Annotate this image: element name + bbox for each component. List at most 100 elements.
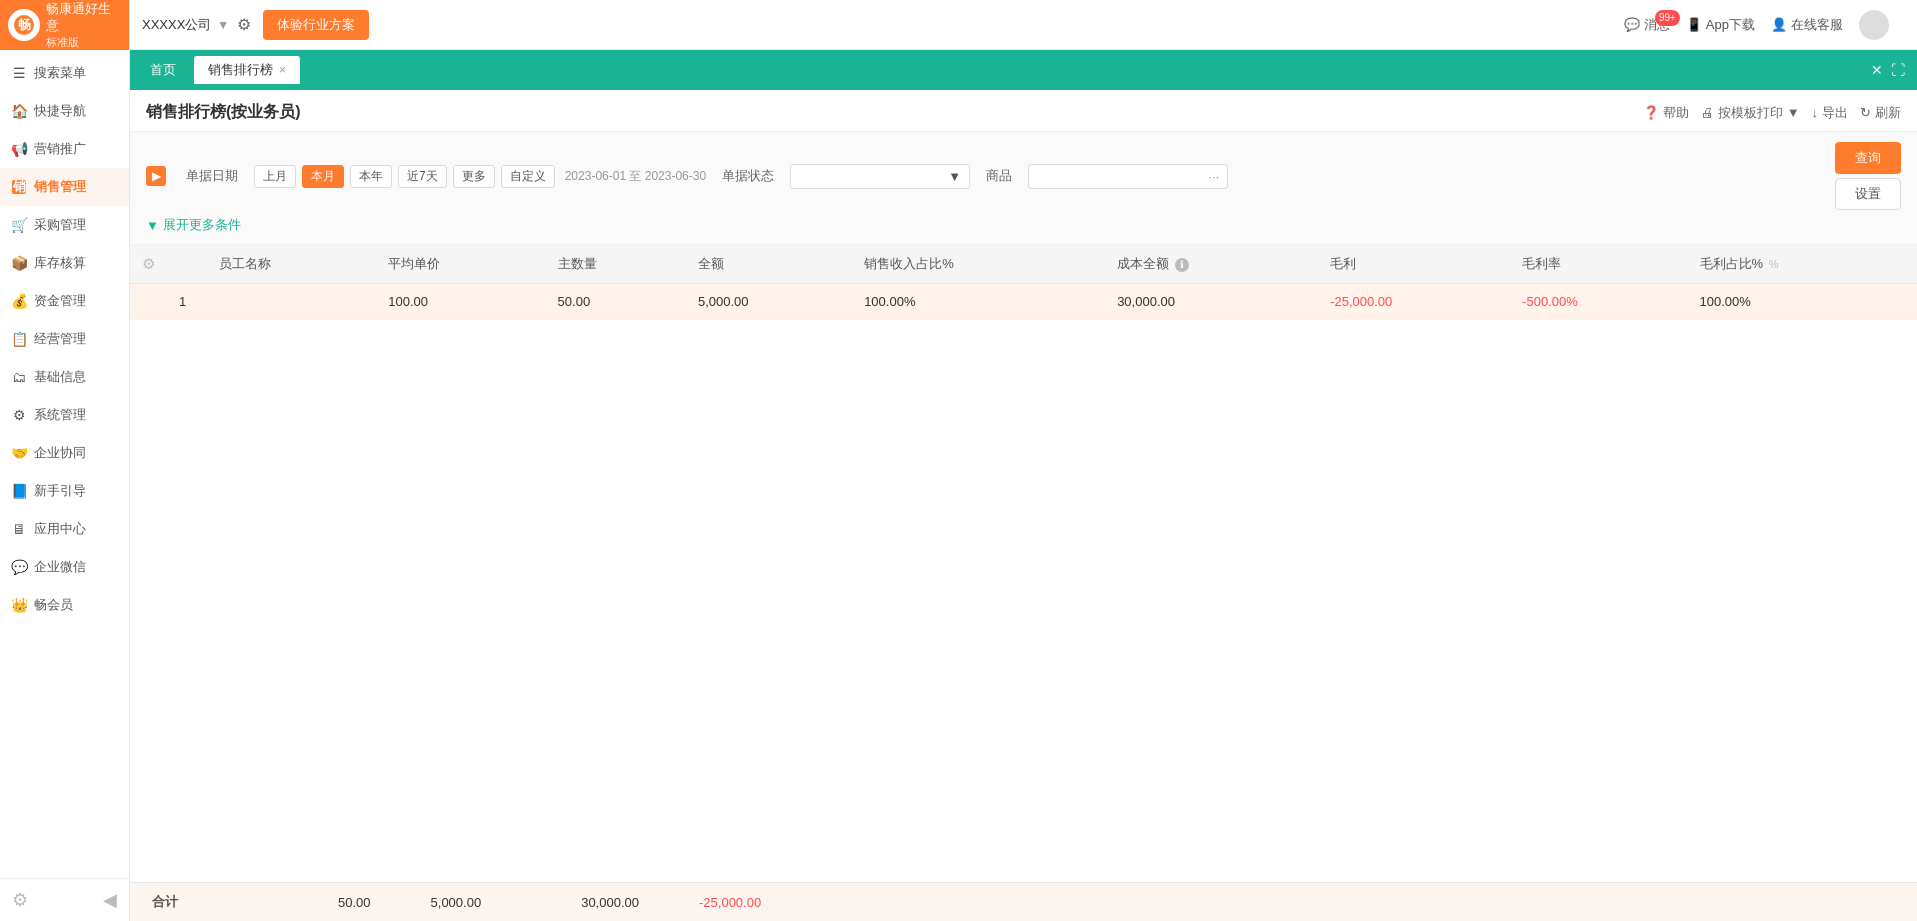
sidebar-item-search[interactable]: ☰ 搜索菜单 [0, 54, 129, 92]
collapse-icon[interactable]: ◀ [103, 889, 117, 911]
sidebar-item-basic-info[interactable]: 🗂 基础信息 [0, 358, 129, 396]
avatar[interactable] [1859, 10, 1889, 40]
refresh-btn[interactable]: ↻ 刷新 [1860, 104, 1901, 122]
sidebar-item-system[interactable]: ⚙ 系统管理 [0, 396, 129, 434]
marketing-icon: 📢 [10, 140, 28, 158]
sidebar-item-collab[interactable]: 🤝 企业协同 [0, 434, 129, 472]
sidebar-item-finance[interactable]: 💰 资金管理 [0, 282, 129, 320]
date-btn-this-year[interactable]: 本年 [350, 165, 392, 188]
cell-amount: 5,000.00 [686, 284, 852, 320]
goods-input[interactable]: ··· [1028, 164, 1228, 189]
sidebar-item-guide[interactable]: 📘 新手引导 [0, 472, 129, 510]
page-content: 销售排行榜(按业务员) ❓ 帮助 🖨 按模板打印 ▼ ↓ 导出 ↻ 刷新 [130, 90, 1917, 921]
col-employee: 员工名称 [207, 245, 376, 284]
date-btn-7days[interactable]: 近7天 [398, 165, 447, 188]
col-gross-pct: 毛利占比% % [1688, 245, 1917, 284]
goods-label: 商品 [986, 167, 1012, 185]
app-center-icon: 🖥 [10, 520, 28, 538]
wechat-icon: 💬 [10, 558, 28, 576]
collapse-arrow-icon: ▶ [146, 166, 166, 186]
date-btn-prev-month[interactable]: 上月 [254, 165, 296, 188]
table-body: 1 100.00 50.00 5,000.00 100.00% 30,000.0… [130, 284, 1917, 320]
expand-more-btn[interactable]: ▼ 展开更多条件 [146, 216, 1901, 234]
tab-sales-ranking[interactable]: 销售排行榜 × [194, 56, 300, 84]
inventory-icon: 📦 [10, 254, 28, 272]
sidebar-item-app-center[interactable]: 🖥 应用中心 [0, 510, 129, 548]
status-select[interactable]: ▼ [790, 164, 970, 189]
setting-btn[interactable]: 设置 [1835, 178, 1901, 210]
date-btn-custom[interactable]: 自定义 [501, 165, 555, 188]
table-header: ⚙ 员工名称 平均单价 主数量 全额 销售收入占比% 成本全额 ℹ [130, 245, 1917, 284]
sidebar-item-marketing[interactable]: 📢 营销推广 [0, 130, 129, 168]
tab-home[interactable]: 首页 [134, 50, 192, 90]
data-table: ⚙ 员工名称 平均单价 主数量 全额 销售收入占比% 成本全额 ℹ [130, 245, 1917, 320]
filter-actions: 查询 设置 [1835, 142, 1901, 210]
status-label: 单据状态 [722, 167, 774, 185]
expand-chevron-icon: ▼ [146, 218, 159, 233]
footer-cost: 30,000.00 [581, 895, 639, 910]
col-gross: 毛利 [1318, 245, 1510, 284]
date-btn-this-month[interactable]: 本月 [302, 165, 344, 188]
goods-more-icon[interactable]: ··· [1208, 169, 1219, 184]
message-btn[interactable]: 💬 消息 99+ [1624, 16, 1670, 34]
table-wrap: ⚙ 员工名称 平均单价 主数量 全额 销售收入占比% 成本全额 ℹ [130, 245, 1917, 882]
filter-bar: ▶ 单据日期 上月 本月 本年 近7天 更多 自定义 2023-06-01 至 … [130, 132, 1917, 245]
purchase-icon: 🛒 [10, 216, 28, 234]
tab-close-icon[interactable]: × [279, 63, 286, 77]
cell-qty: 50.00 [546, 284, 686, 320]
page-title: 销售排行榜(按业务员) [146, 102, 301, 123]
table-row: 1 100.00 50.00 5,000.00 100.00% 30,000.0… [130, 284, 1917, 320]
date-filter-group: 上月 本月 本年 近7天 更多 自定义 2023-06-01 至 2023-06… [254, 165, 706, 188]
col-avg-price: 平均单价 [376, 245, 545, 284]
member-icon: 👑 [10, 596, 28, 614]
company-name: XXXXX公司 [142, 16, 211, 34]
help-btn[interactable]: ❓ 帮助 [1643, 104, 1689, 122]
sidebar-item-quicknav[interactable]: 🏠 快捷导航 [0, 92, 129, 130]
export-icon: ↓ [1812, 105, 1819, 120]
cell-gross: -25,000.00 [1318, 284, 1510, 320]
export-btn[interactable]: ↓ 导出 [1812, 104, 1849, 122]
finance-icon: 💰 [10, 292, 28, 310]
query-btn[interactable]: 查询 [1835, 142, 1901, 174]
cell-cost: 30,000.00 [1105, 284, 1318, 320]
settings-icon[interactable]: ⚙ [237, 15, 251, 34]
table-settings-icon[interactable]: ⚙ [142, 255, 155, 272]
sidebar-bottom: ⚙ ◀ [0, 878, 129, 921]
trial-btn[interactable]: 体验行业方案 [263, 10, 369, 40]
sidebar-item-management[interactable]: 📋 经营管理 [0, 320, 129, 358]
company-selector[interactable]: XXXXX公司 ▼ [142, 16, 229, 34]
main: XXXXX公司 ▼ ⚙ 体验行业方案 💬 消息 99+ 📱 App下载 👤 在线… [130, 0, 1917, 921]
cell-employee [207, 284, 376, 320]
sidebar-item-purchase[interactable]: 🛒 采购管理 [0, 206, 129, 244]
footer-gross: -25,000.00 [699, 895, 761, 910]
tab-close-all-icon[interactable]: ✕ [1871, 62, 1883, 78]
sidebar-item-wechat[interactable]: 💬 企业微信 [0, 548, 129, 586]
date-btn-more[interactable]: 更多 [453, 165, 495, 188]
sidebar-item-member[interactable]: 👑 畅会员 [0, 586, 129, 624]
online-service-btn[interactable]: 👤 在线客服 [1771, 16, 1843, 34]
cell-avg-price: 100.00 [376, 284, 545, 320]
cell-gross-pct: 100.00% [1688, 284, 1917, 320]
page-actions: ❓ 帮助 🖨 按模板打印 ▼ ↓ 导出 ↻ 刷新 [1643, 104, 1901, 122]
company-dropdown-arrow: ▼ [217, 18, 229, 32]
col-sales-pct: 销售收入占比% [852, 245, 1105, 284]
col-qty: 主数量 [546, 245, 686, 284]
sidebar-item-sales[interactable]: 销 销售管理 [0, 168, 129, 206]
tab-expand-icon[interactable]: ⛶ [1891, 62, 1905, 78]
service-icon: 👤 [1771, 17, 1787, 32]
sidebar-item-inventory[interactable]: 📦 库存核算 [0, 244, 129, 282]
template-print-btn[interactable]: 🖨 按模板打印 ▼ [1701, 104, 1800, 122]
cost-info-icon[interactable]: ℹ [1175, 258, 1189, 272]
app-download-btn[interactable]: 📱 App下载 [1686, 16, 1755, 34]
search-icon: ☰ [10, 64, 28, 82]
system-icon: ⚙ [10, 406, 28, 424]
gross-pct-icon: % [1769, 258, 1779, 270]
settings-bottom-icon[interactable]: ⚙ [12, 889, 28, 911]
col-rank [167, 245, 207, 284]
print-icon: 🖨 [1701, 105, 1714, 120]
logo-icon: 畅 [8, 9, 40, 41]
filter-collapse-btn[interactable]: ▶ [146, 166, 166, 186]
cell-gross-rate: -500.00% [1510, 284, 1687, 320]
cell-settings [130, 284, 167, 320]
help-icon: ❓ [1643, 105, 1659, 120]
